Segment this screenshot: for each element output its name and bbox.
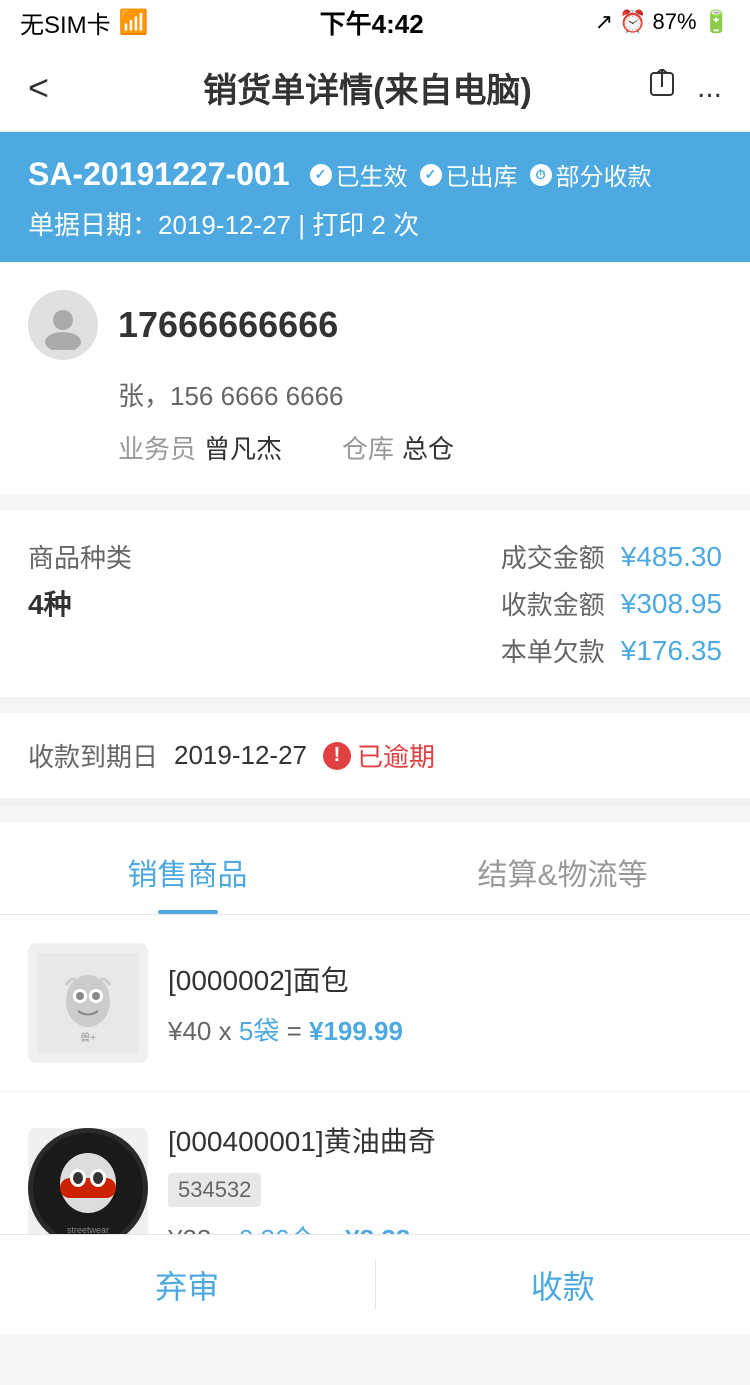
price-total-1: ¥199.99 <box>309 1016 403 1046</box>
status-right: ↗ ⏰ 87% 🔋 <box>595 9 730 35</box>
stats-section: 商品种类 4种 成交金额 ¥485.30 收款金额 ¥308.95 本单欠款 ¥… <box>0 510 750 697</box>
warehouse-meta: 仓库 总仓 <box>342 429 454 466</box>
stats-right: 成交金额 ¥485.30 收款金额 ¥308.95 本单欠款 ¥176.35 <box>501 538 722 669</box>
sales-label: 业务员 <box>118 429 196 466</box>
price-equals-1: = <box>287 1016 309 1046</box>
collected-label: 收款金额 <box>501 585 605 622</box>
product-type-count: 4种 <box>28 583 132 623</box>
tab-settlement[interactable]: 结算&物流等 <box>375 822 750 914</box>
collected-value: ¥308.95 <box>621 588 722 620</box>
product-tag-2: 534532 <box>168 1173 261 1207</box>
page-title: 销货单详情(来自电脑) <box>88 63 647 112</box>
reject-button[interactable]: 弃审 <box>0 1242 375 1328</box>
product-image-1: 兽+ <box>28 943 148 1063</box>
tab-sales-products[interactable]: 销售商品 <box>0 822 375 914</box>
price-qty-1: 5袋 <box>239 1016 279 1046</box>
product-name-2: [000400001]黄油曲奇 <box>168 1120 722 1160</box>
battery-text: 87% <box>653 9 697 35</box>
collect-button[interactable]: 收款 <box>376 1242 750 1328</box>
wifi-icon: 📶 <box>119 8 149 37</box>
customer-section: 17666666666 张，156 6666 6666 业务员 曾凡杰 仓库 总… <box>0 262 750 494</box>
product-item: 兽+ [0000002]面包 ¥40 x 5袋 = ¥199.99 <box>0 915 750 1092</box>
debt-value: ¥176.35 <box>621 635 722 667</box>
avatar <box>28 290 98 360</box>
due-date-value: 2019-12-27 <box>174 740 307 771</box>
alarm-icon: ⏰ <box>619 9 646 35</box>
nav-bar: < 销货单详情(来自电脑) ... <box>0 44 750 132</box>
order-id: SA-20191227-001 <box>28 156 290 193</box>
overdue-icon: ! <box>323 742 351 770</box>
customer-meta: 业务员 曾凡杰 仓库 总仓 <box>28 429 722 466</box>
time-display: 下午4:42 <box>320 4 424 41</box>
status-left: 无SIM卡 📶 <box>20 5 149 40</box>
debt-label: 本单欠款 <box>501 632 605 669</box>
battery-icon: 🔋 <box>703 9 730 35</box>
due-label: 收款到期日 <box>28 737 158 774</box>
status-shipped: ✓ 已出库 <box>420 157 518 192</box>
bottom-action-bar: 弃审 收款 <box>0 1234 750 1334</box>
amount-value: ¥485.30 <box>621 541 722 573</box>
product-type-label: 商品种类 <box>28 538 132 575</box>
tabs-section: 销售商品 结算&物流等 <box>0 822 750 915</box>
check-icon-1: ✓ <box>310 164 332 186</box>
clock-icon: ⏱ <box>530 164 552 186</box>
customer-top: 17666666666 <box>28 290 722 360</box>
product-info-1: [0000002]面包 ¥40 x 5袋 = ¥199.99 <box>168 959 722 1048</box>
collected-row: 收款金额 ¥308.95 <box>501 585 722 622</box>
status-active: ✓ 已生效 <box>310 157 408 192</box>
share-button[interactable] <box>647 69 677 107</box>
product-price-1: ¥40 x 5袋 = ¥199.99 <box>168 1011 722 1048</box>
location-icon: ↗ <box>595 9 613 35</box>
overdue-text: 已逾期 <box>357 737 435 774</box>
order-header: SA-20191227-001 ✓ 已生效 ✓ 已出库 ⏱ 部分收款 <box>0 132 750 262</box>
overdue-badge: ! 已逾期 <box>323 737 435 774</box>
back-button[interactable]: < <box>28 67 88 109</box>
stats-left: 商品种类 4种 <box>28 538 132 623</box>
svg-text:兽+: 兽+ <box>80 1031 96 1044</box>
sales-meta: 业务员 曾凡杰 <box>118 429 282 466</box>
check-icon-2: ✓ <box>420 164 442 186</box>
debt-row: 本单欠款 ¥176.35 <box>501 632 722 669</box>
warehouse-label: 仓库 <box>342 429 394 466</box>
sales-name: 曾凡杰 <box>204 429 282 466</box>
product-image-2: streetwear <box>28 1128 148 1248</box>
price-base-1: ¥40 <box>168 1016 211 1046</box>
status-bar: 无SIM卡 📶 下午4:42 ↗ ⏰ 87% 🔋 <box>0 0 750 44</box>
order-header-top: SA-20191227-001 ✓ 已生效 ✓ 已出库 ⏱ 部分收款 <box>28 156 722 193</box>
customer-name-info: 张，156 6666 6666 <box>28 376 722 413</box>
order-date: 单据日期：2019-12-27 | 打印 2 次 <box>28 205 722 242</box>
nav-right-actions: ... <box>647 69 722 107</box>
more-button[interactable]: ... <box>697 71 722 105</box>
product-list: 兽+ [0000002]面包 ¥40 x 5袋 = ¥199.99 <box>0 915 750 1285</box>
warehouse-name: 总仓 <box>402 429 454 466</box>
status-badges: ✓ 已生效 ✓ 已出库 ⏱ 部分收款 <box>310 157 652 192</box>
price-multiply-1: x <box>219 1016 239 1046</box>
status-partial: ⏱ 部分收款 <box>530 157 652 192</box>
carrier-text: 无SIM卡 <box>20 5 111 40</box>
customer-phone: 17666666666 <box>118 304 338 346</box>
amount-label: 成交金额 <box>501 538 605 575</box>
due-date-section: 收款到期日 2019-12-27 ! 已逾期 <box>0 713 750 806</box>
product-name-1: [0000002]面包 <box>168 959 722 999</box>
amount-row: 成交金额 ¥485.30 <box>501 538 722 575</box>
